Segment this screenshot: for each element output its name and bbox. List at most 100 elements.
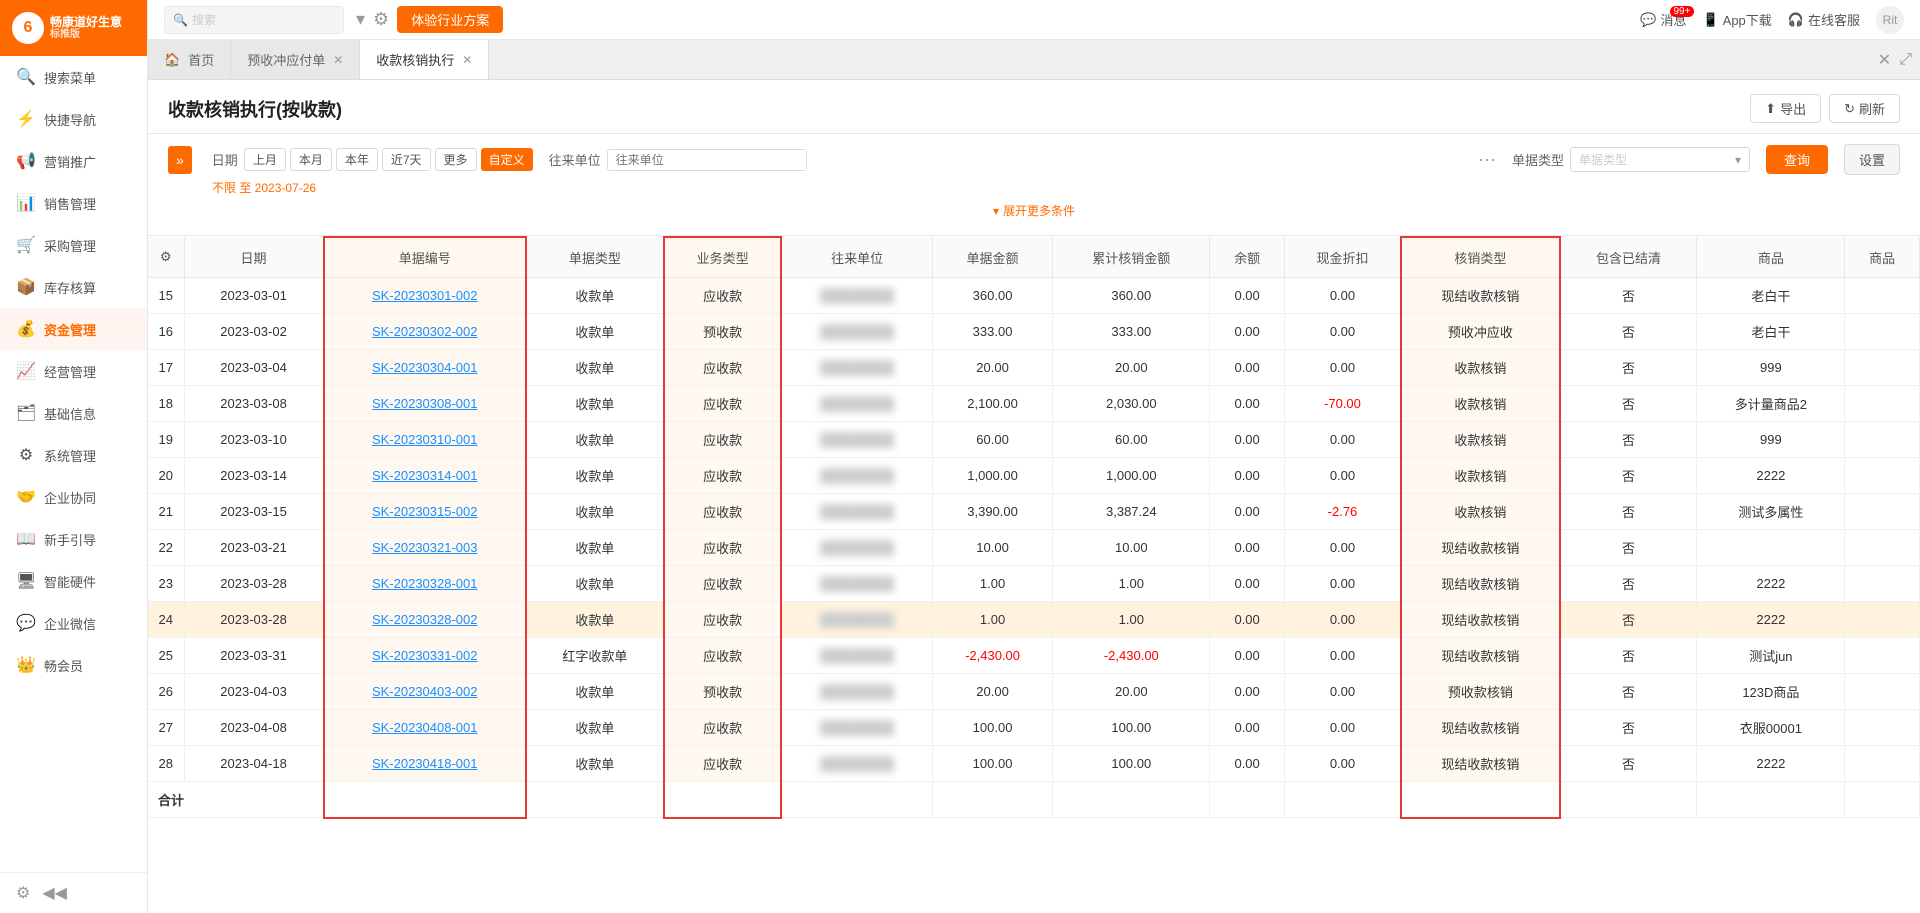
billno-link[interactable]: SK-20230310-001	[372, 432, 478, 447]
cell-balance: 0.00	[1210, 278, 1285, 314]
cell-billno: SK-20230418-001	[324, 746, 526, 782]
table-row: 19 2023-03-10 SK-20230310-001 收款单 应收款 ██…	[148, 422, 1920, 458]
cell-goods2	[1845, 710, 1920, 746]
cell-balance: 0.00	[1210, 494, 1285, 530]
close-all-icon[interactable]: ✕	[1878, 50, 1891, 70]
billno-link[interactable]: SK-20230328-002	[372, 612, 478, 627]
sidebar-item-basic[interactable]: 🗂 基础信息	[0, 392, 147, 434]
cell-cashdisc: 0.00	[1284, 314, 1401, 350]
cell-settled: 否	[1560, 710, 1697, 746]
tab-prepay[interactable]: 预收冲应付单 ✕	[231, 40, 360, 79]
refresh-btn[interactable]: ↻ 刷新	[1829, 94, 1900, 123]
col-header-no: ⚙	[148, 237, 184, 278]
col-header-goods2: 商品	[1845, 237, 1920, 278]
query-btn[interactable]: 查询	[1766, 145, 1828, 174]
content: 收款核销执行(按收款) ⬆ 导出 ↻ 刷新 » 日期	[148, 80, 1920, 913]
sidebar-item-inventory[interactable]: 📦 库存核算	[0, 266, 147, 308]
col-header-writetype: 核销类型	[1401, 237, 1560, 278]
export-btn[interactable]: ⬆ 导出	[1750, 94, 1821, 123]
sidebar-item-vip-label: 畅会员	[44, 656, 83, 675]
user-avatar[interactable]: Rit	[1876, 6, 1904, 34]
table-row: 21 2023-03-15 SK-20230315-002 收款单 应收款 ██…	[148, 494, 1920, 530]
billno-link[interactable]: SK-20230321-003	[372, 540, 478, 555]
expand-tab-icon[interactable]: ⤢	[1899, 51, 1912, 69]
filter-btn-this-year[interactable]: 本年	[336, 148, 378, 171]
billno-link[interactable]: SK-20230314-001	[372, 468, 478, 483]
cell-partner: ████████	[781, 746, 932, 782]
cell-billtype: 收款单	[526, 602, 664, 638]
tab-write-off[interactable]: 收款核销执行 ✕	[360, 40, 489, 79]
billno-link[interactable]: SK-20230408-001	[372, 720, 478, 735]
app-download-item[interactable]: 📱 App下载	[1702, 10, 1771, 29]
cell-billno: SK-20230310-001	[324, 422, 526, 458]
filter-date-btns: 上月 本月 本年 近7天 更多 自定义	[244, 148, 533, 171]
sidebar-item-vip[interactable]: 👑 畅会员	[0, 644, 147, 686]
table-row: 17 2023-03-04 SK-20230304-001 收款单 应收款 ██…	[148, 350, 1920, 386]
gear-topbar-icon[interactable]: ⚙	[373, 9, 389, 30]
filter-type-select[interactable]: 单据类型 ▾	[1570, 147, 1750, 172]
filter-btn-more[interactable]: 更多	[435, 148, 477, 171]
sidebar-item-finance[interactable]: 💰 资金管理	[0, 308, 147, 350]
billno-link[interactable]: SK-20230304-001	[372, 360, 478, 375]
filter-btn-last-month[interactable]: 上月	[244, 148, 286, 171]
billno-link[interactable]: SK-20230301-002	[372, 288, 478, 303]
tab-writeoff-close[interactable]: ✕	[462, 53, 472, 67]
cell-goods1: 测试jun	[1697, 638, 1845, 674]
cell-writetype: 收款核销	[1401, 494, 1560, 530]
filter-btn-7days[interactable]: 近7天	[382, 148, 431, 171]
cell-date: 2023-03-01	[184, 278, 324, 314]
chevron-down-type-icon: ▾	[1735, 153, 1741, 167]
sidebar-item-system[interactable]: ⚙ 系统管理	[0, 434, 147, 476]
message-item[interactable]: 💬 消息 99+	[1640, 10, 1686, 29]
footer-amount	[932, 782, 1052, 818]
cell-biztype: 应收款	[664, 422, 781, 458]
settings-btn[interactable]: 设置	[1844, 144, 1900, 175]
sidebar-item-purchase[interactable]: 🛒 采购管理	[0, 224, 147, 266]
col-header-balance: 余额	[1210, 237, 1285, 278]
cell-partner: ████████	[781, 314, 932, 350]
cell-amount: 1,000.00	[932, 458, 1052, 494]
sidebar-item-sales[interactable]: 📊 销售管理	[0, 182, 147, 224]
cell-writetype: 现结收款核销	[1401, 638, 1560, 674]
sidebar-item-hardware[interactable]: 🖥 智能硬件	[0, 560, 147, 602]
tab-prepay-close[interactable]: ✕	[333, 53, 343, 67]
filter-btn-this-month[interactable]: 本月	[290, 148, 332, 171]
sidebar-item-enterprise[interactable]: 🤝 企业协同	[0, 476, 147, 518]
billno-link[interactable]: SK-20230331-002	[372, 648, 478, 663]
cell-biztype: 应收款	[664, 458, 781, 494]
tab-home[interactable]: 🏠 首页	[148, 40, 231, 79]
cell-writetype: 现结收款核销	[1401, 530, 1560, 566]
billno-link[interactable]: SK-20230315-002	[372, 504, 478, 519]
sidebar-item-marketing[interactable]: 📢 营销推广	[0, 140, 147, 182]
billno-link[interactable]: SK-20230308-001	[372, 396, 478, 411]
sidebar-item-guide[interactable]: 📖 新手引导	[0, 518, 147, 560]
billno-link[interactable]: SK-20230403-002	[372, 684, 478, 699]
cell-biztype: 应收款	[664, 494, 781, 530]
online-service-item[interactable]: 🎧 在线客服	[1788, 10, 1860, 29]
sidebar-item-search[interactable]: 🔍 搜索菜单	[0, 56, 147, 98]
billno-link[interactable]: SK-20230328-001	[372, 576, 478, 591]
sidebar-item-operation[interactable]: 📈 经营管理	[0, 350, 147, 392]
table-row: 28 2023-04-18 SK-20230418-001 收款单 应收款 ██…	[148, 746, 1920, 782]
search-box[interactable]: 🔍 搜索	[164, 6, 344, 34]
sidebar-item-shortcut[interactable]: ⚡ 快捷导航	[0, 98, 147, 140]
sidebar-item-wechat[interactable]: 💬 企业微信	[0, 602, 147, 644]
filter-collapse-btn[interactable]: »	[168, 146, 192, 174]
cell-goods2	[1845, 458, 1920, 494]
cell-partner: ████████	[781, 602, 932, 638]
collapse-icon[interactable]: ◀◀	[42, 883, 67, 903]
filter-btn-custom[interactable]: 自定义	[481, 148, 533, 171]
filter-unit-input[interactable]	[607, 149, 807, 171]
industry-btn[interactable]: 体验行业方案	[397, 6, 503, 33]
settings-bottom-icon[interactable]: ⚙	[16, 883, 30, 903]
cell-billtype: 收款单	[526, 386, 664, 422]
expand-more-btn[interactable]: ▾ 展开更多条件	[168, 202, 1900, 219]
billno-link[interactable]: SK-20230302-002	[372, 324, 478, 339]
billno-link[interactable]: SK-20230418-001	[372, 756, 478, 771]
cell-billno: SK-20230301-002	[324, 278, 526, 314]
table-row: 20 2023-03-14 SK-20230314-001 收款单 应收款 ██…	[148, 458, 1920, 494]
page-header: 收款核销执行(按收款) ⬆ 导出 ↻ 刷新	[148, 80, 1920, 134]
cell-writetype: 收款核销	[1401, 458, 1560, 494]
filter-bar: » 日期 上月 本月 本年 近7天 更多 自定义 往来单位	[148, 134, 1920, 236]
chevron-down-icon[interactable]: ▾	[356, 9, 365, 30]
